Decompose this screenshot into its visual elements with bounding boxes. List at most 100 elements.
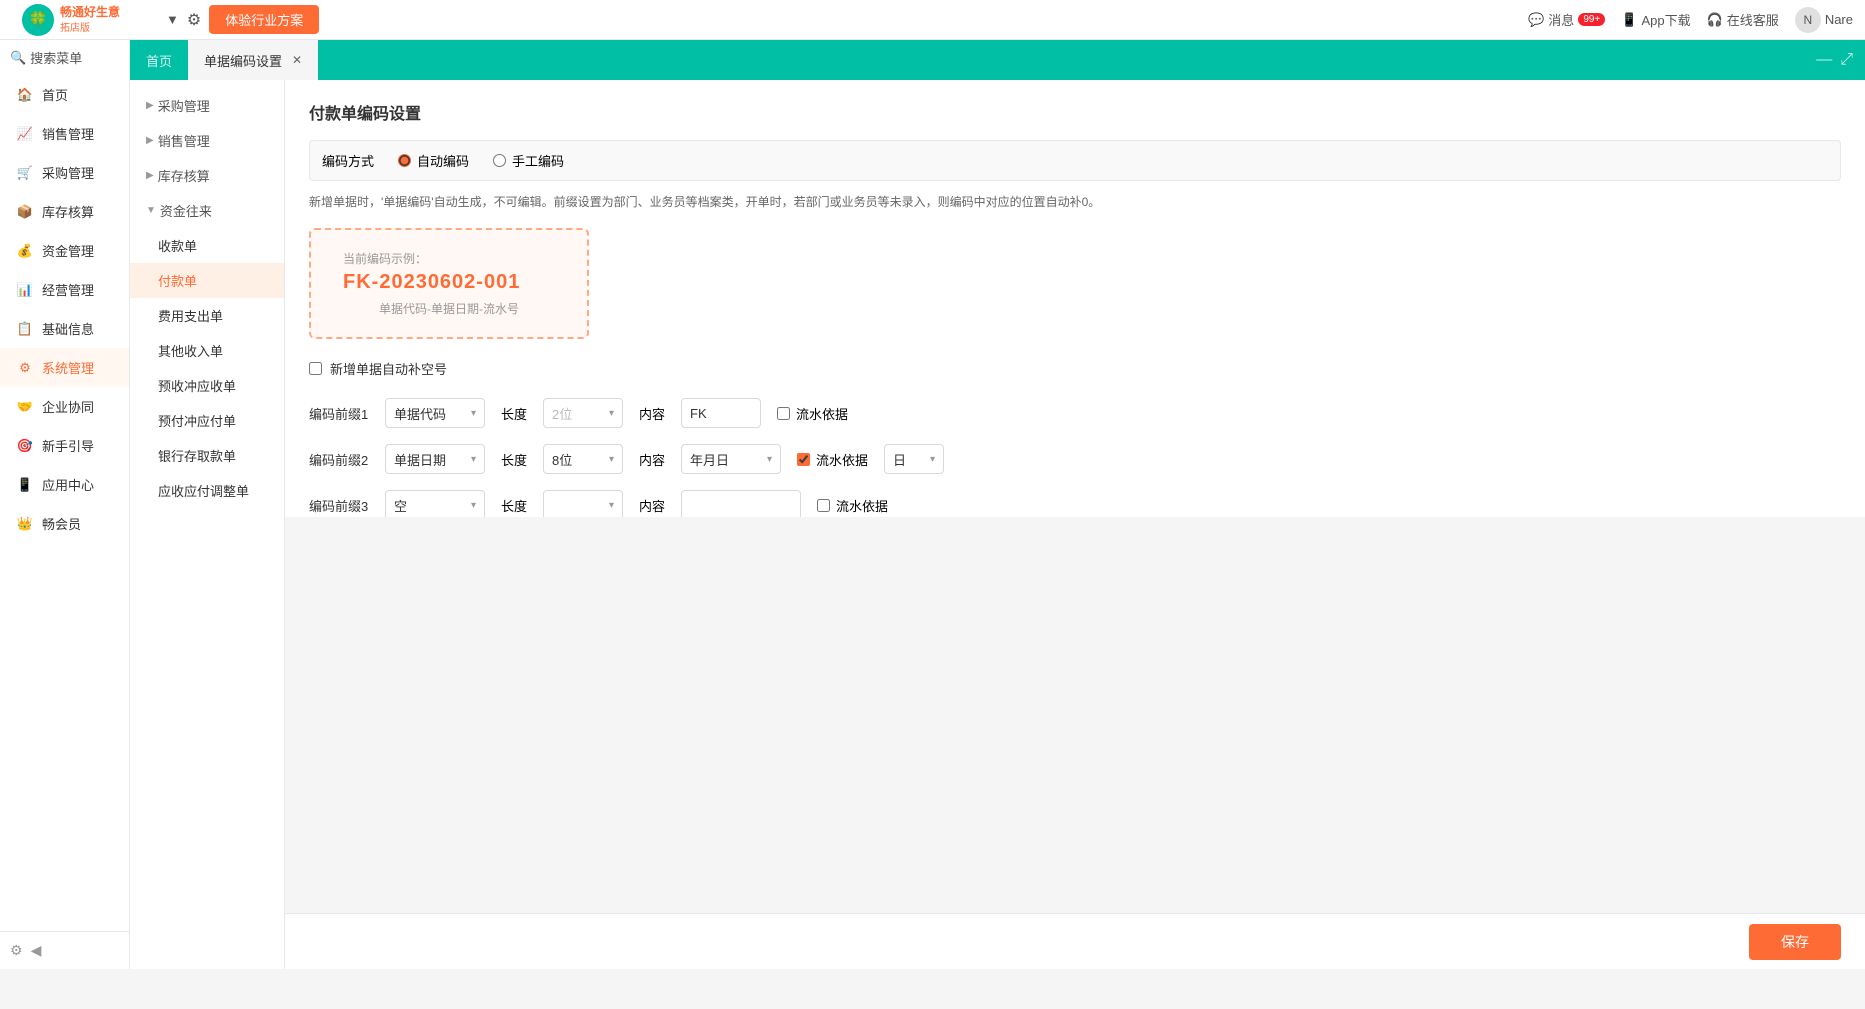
sidebar-item-guide[interactable]: 🎯 新手引导: [0, 426, 129, 465]
form-area: 付款单编码设置 编码方式 自动编码 手工编码 新增单据时，'单据编码'自动生成，…: [285, 80, 1865, 517]
second-sidebar-payments-label: 付款单: [158, 271, 197, 290]
second-sidebar-purchase[interactable]: ▶ 采购管理: [130, 88, 284, 123]
sidebar-settings-button[interactable]: ⚙: [10, 942, 23, 959]
content2-value: 年月日: [690, 450, 729, 469]
prefix-row-1: 编码前缀1 单据代码 ▾ 长度 2位 ▾ 内容 流水依据: [309, 398, 1841, 428]
chevron-down-icon: ▾: [471, 454, 476, 465]
sidebar-item-system[interactable]: ⚙ 系统管理: [0, 348, 129, 387]
username: Nare: [1825, 12, 1853, 27]
stream3-checkbox[interactable]: [817, 499, 830, 512]
auto-fill-label: 新增单据自动补空号: [330, 359, 447, 378]
page-title: 付款单编码设置: [309, 100, 1841, 124]
sidebar-item-sales[interactable]: 📈 销售管理: [0, 114, 129, 153]
tab-minimize-icon[interactable]: —: [1816, 51, 1832, 69]
tab-encoding-label: 单据编码设置: [204, 51, 282, 70]
tab-home[interactable]: 首页: [130, 40, 188, 80]
info-text: 新增单据时，'单据编码'自动生成，不可编辑。前缀设置为部门、业务员等档案类，开单…: [309, 193, 1841, 212]
headset-icon: 🎧: [1707, 12, 1723, 28]
chevron-down-icon: ▾: [930, 454, 935, 465]
second-sidebar-expenses[interactable]: 费用支出单: [130, 298, 284, 333]
content3-input[interactable]: [681, 490, 801, 516]
chevron-down-icon: ▾: [609, 454, 614, 465]
prefix3-select[interactable]: 空 ▾: [385, 490, 485, 516]
app-download-item[interactable]: 📱 App下载: [1621, 10, 1690, 29]
prefix2-select[interactable]: 单据日期 ▾: [385, 444, 485, 474]
length2-value: 8位: [552, 450, 572, 469]
sidebar: 🔍 搜索菜单 🏠 首页 📈 销售管理 🛒 采购管理 📦 库存核算 💰 资金管理 …: [0, 0, 130, 969]
second-sidebar-adjust-label: 应收应付调整单: [158, 481, 249, 500]
sidebar-item-finance[interactable]: 💰 资金管理: [0, 231, 129, 270]
sales-icon: 📈: [16, 125, 34, 143]
tab-encoding-close[interactable]: ✕: [292, 53, 302, 67]
length1-select[interactable]: 2位 ▾: [543, 398, 623, 428]
user-avatar[interactable]: N Nare: [1795, 7, 1853, 33]
online-service-item[interactable]: 🎧 在线客服: [1707, 10, 1779, 29]
stream2-unit-select[interactable]: 日 ▾: [884, 444, 944, 474]
sidebar-collapse-button[interactable]: ◀: [31, 942, 42, 959]
search-icon: 🔍: [10, 50, 26, 66]
stream2-checkbox[interactable]: [797, 453, 810, 466]
tab-encoding[interactable]: 单据编码设置 ✕: [188, 40, 318, 80]
chevron-right-icon: ▶: [146, 170, 154, 181]
spacer: [285, 517, 1865, 914]
tab-maximize-icon[interactable]: ⤢: [1840, 51, 1853, 69]
sidebar-item-label: 资金管理: [42, 241, 94, 260]
second-sidebar-advance-payable[interactable]: 预付冲应付单: [130, 403, 284, 438]
try-button[interactable]: 体验行业方案: [209, 5, 319, 34]
second-sidebar-capital-label: 资金往来: [160, 201, 212, 220]
stream1-checkbox[interactable]: [777, 407, 790, 420]
sidebar-item-purchase[interactable]: 🛒 采购管理: [0, 153, 129, 192]
sidebar-bottom: ⚙ ◀: [0, 931, 129, 969]
phone-icon: 📱: [1621, 12, 1637, 28]
second-sidebar-adjust[interactable]: 应收应付调整单: [130, 473, 284, 508]
content1-label: 内容: [639, 404, 665, 423]
content1-input[interactable]: [681, 398, 761, 428]
prefix-row-3: 编码前缀3 空 ▾ 长度 ▾ 内容 流水依据: [309, 490, 1841, 516]
sidebar-item-apps[interactable]: 📱 应用中心: [0, 465, 129, 504]
stream1-label: 流水依据: [796, 404, 848, 423]
save-button[interactable]: 保存: [1749, 924, 1841, 960]
content2-select[interactable]: 年月日 ▾: [681, 444, 781, 474]
chevron-right-icon: ▶: [146, 100, 154, 111]
second-sidebar-advance-receivable[interactable]: 预收冲应收单: [130, 368, 284, 403]
auto-encoding-option[interactable]: 自动编码: [398, 151, 469, 170]
manual-encoding-radio[interactable]: [493, 154, 506, 167]
prefix1-value: 单据代码: [394, 404, 446, 423]
apps-icon: 📱: [16, 476, 34, 494]
nav-dropdown[interactable]: ▼: [166, 12, 179, 27]
search-menu-label: 搜索菜单: [30, 48, 82, 67]
sidebar-item-home[interactable]: 🏠 首页: [0, 75, 129, 114]
manual-encoding-option[interactable]: 手工编码: [493, 151, 564, 170]
topbar-right: 💬 消息 99+ 📱 App下载 🎧 在线客服 N Nare: [1528, 7, 1853, 33]
tab-bar: 首页 单据编码设置 ✕ — ⤢: [130, 40, 1865, 80]
second-sidebar-capital[interactable]: ▼ 资金往来: [130, 193, 284, 228]
settings-icon[interactable]: ⚙: [187, 10, 201, 30]
second-sidebar-sales[interactable]: ▶ 销售管理: [130, 123, 284, 158]
second-sidebar-inventory[interactable]: ▶ 库存核算: [130, 158, 284, 193]
sidebar-item-operations[interactable]: 📊 经营管理: [0, 270, 129, 309]
sidebar-item-basic[interactable]: 📋 基础信息: [0, 309, 129, 348]
prefix1-select[interactable]: 单据代码 ▾: [385, 398, 485, 428]
stream3-label: 流水依据: [836, 496, 888, 515]
purchase-icon: 🛒: [16, 164, 34, 182]
second-sidebar-other-income[interactable]: 其他收入单: [130, 333, 284, 368]
sidebar-item-label: 基础信息: [42, 319, 94, 338]
preview-desc: 单据代码-单据日期-流水号: [343, 300, 555, 317]
sidebar-item-label: 系统管理: [42, 358, 94, 377]
sidebar-item-inventory[interactable]: 📦 库存核算: [0, 192, 129, 231]
message-badge: 99+: [1578, 13, 1605, 26]
message-item[interactable]: 💬 消息 99+: [1528, 10, 1605, 29]
auto-encoding-radio[interactable]: [398, 154, 411, 167]
length3-select[interactable]: ▾: [543, 490, 623, 516]
second-sidebar-payments[interactable]: 付款单: [130, 263, 284, 298]
second-sidebar-bank[interactable]: 银行存取款单: [130, 438, 284, 473]
second-sidebar-receipts[interactable]: 收款单: [130, 228, 284, 263]
second-sidebar-inventory-label: 库存核算: [158, 166, 210, 185]
sidebar-item-enterprise[interactable]: 🤝 企业协同: [0, 387, 129, 426]
logo-text: 畅通好生意: [60, 5, 120, 19]
length3-label: 长度: [501, 496, 527, 515]
length2-select[interactable]: 8位 ▾: [543, 444, 623, 474]
sidebar-item-member[interactable]: 👑 畅会员: [0, 504, 129, 543]
auto-fill-checkbox[interactable]: [309, 362, 322, 375]
search-menu[interactable]: 🔍 搜索菜单: [0, 40, 129, 75]
